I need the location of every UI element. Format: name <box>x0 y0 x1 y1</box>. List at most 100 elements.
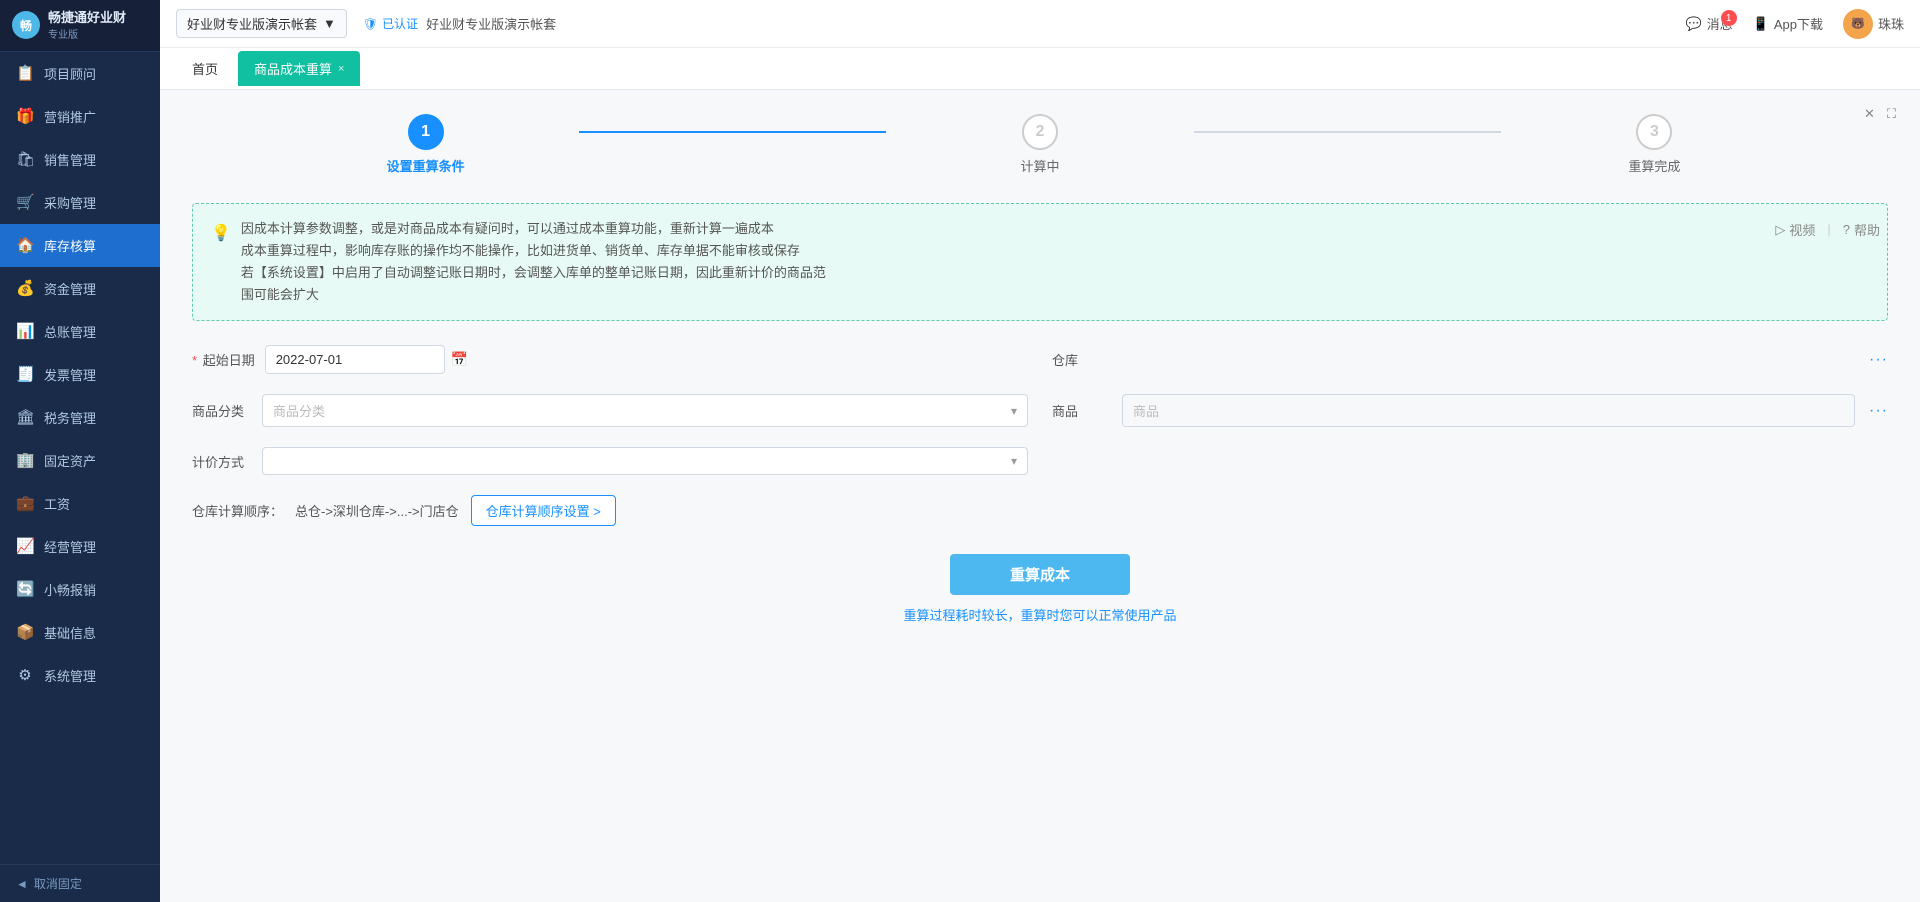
salary-icon: 💼 <box>16 494 34 512</box>
help-icon: ? <box>1843 222 1850 237</box>
tab-home[interactable]: 首页 <box>176 51 234 86</box>
sidebar-item-purchase[interactable]: 🛒 采购管理 <box>0 181 160 224</box>
sidebar-item-project[interactable]: 📋 项目顾问 <box>0 52 160 95</box>
tab-cost-recalc-label: 商品成本重算 <box>254 59 332 78</box>
form-row-2: 商品分类 商品分类 ▾ 商品 商品 ··· <box>192 394 1888 427</box>
sidebar-header: 畅 畅捷通好业财 专业版 <box>0 0 160 52</box>
sidebar-item-system[interactable]: ⚙ 系统管理 <box>0 654 160 697</box>
sidebar-item-label-invoice: 发票管理 <box>44 365 96 384</box>
account-selector[interactable]: 好业财专业版演示帐套 ▼ <box>176 9 347 38</box>
calendar-icon[interactable]: 📅 <box>451 351 468 368</box>
warehouse-label: 仓库 <box>1052 350 1112 369</box>
warehouse-order-row: 仓库计算顺序： 总仓->深圳仓库->...->门店仓 仓库计算顺序设置 > <box>192 495 1888 526</box>
user-profile[interactable]: 🐻 珠珠 <box>1843 9 1904 39</box>
form-group-goods: 商品 商品 ··· <box>1052 394 1888 427</box>
header-right: 💬 消息 1 📱 App下载 🐻 珠珠 <box>1685 9 1904 39</box>
app-title-group: 畅捷通好业财 专业版 <box>48 10 126 41</box>
app-name: 畅捷通好业财 <box>48 10 126 26</box>
notification-badge: 1 <box>1721 10 1737 26</box>
app-edition: 专业版 <box>48 26 126 41</box>
sidebar-item-label-inventory: 库存核算 <box>44 236 96 255</box>
tab-cost-recalc[interactable]: 商品成本重算 × <box>238 51 360 86</box>
tab-close-icon[interactable]: × <box>338 63 344 75</box>
sidebar-item-label-finance: 资金管理 <box>44 279 96 298</box>
recalculate-btn[interactable]: 重算成本 <box>950 554 1130 595</box>
basic-icon: 📦 <box>16 623 34 641</box>
step-2-label: 计算中 <box>1021 156 1060 175</box>
account-selector-text: 好业财专业版演示帐套 <box>187 14 317 33</box>
operation-icon: 📈 <box>16 537 34 555</box>
recalculate-btn-label: 重算成本 <box>1010 567 1070 584</box>
warehouse-order-value: 总仓->深圳仓库->...->门店仓 <box>295 501 459 520</box>
notification-btn[interactable]: 💬 消息 1 <box>1685 14 1732 33</box>
sidebar-item-inventory[interactable]: 🏠 库存核算 <box>0 224 160 267</box>
verified-badge: 🛡 已认证 <box>363 15 418 32</box>
project-icon: 📋 <box>16 64 34 82</box>
tab-bar: 首页 商品成本重算 × <box>160 48 1920 90</box>
sidebar-item-operation[interactable]: 📈 经营管理 <box>0 525 160 568</box>
help-link-btn[interactable]: ? 帮助 <box>1843 220 1880 239</box>
marketing-icon: 🎁 <box>16 107 34 125</box>
sidebar-item-label-system: 系统管理 <box>44 666 96 685</box>
main-area: 好业财专业版演示帐套 ▼ 🛡 已认证 好业财专业版演示帐套 💬 消息 1 📱 A… <box>160 0 1920 902</box>
warehouse-order-settings-btn[interactable]: 仓库计算顺序设置 > <box>471 495 616 526</box>
form-group-warehouse: 仓库 ··· <box>1052 350 1888 369</box>
warehouse-order-label: 仓库计算顺序： <box>192 501 283 520</box>
start-date-label: * 起始日期 <box>192 350 255 369</box>
sidebar-item-basic[interactable]: 📦 基础信息 <box>0 611 160 654</box>
recalculate-section: 重算成本 重算过程耗时较长，重算时您可以正常使用产品 <box>192 554 1888 624</box>
sidebar-footer[interactable]: ◄ 取消固定 <box>0 864 160 902</box>
sidebar-item-expense[interactable]: 🔄 小畅报销 <box>0 568 160 611</box>
sidebar-item-sales[interactable]: 🛍 销售管理 <box>0 138 160 181</box>
info-line-2: 成本重算过程中，影响库存账的操作均不能操作，比如进货单、销货单、库存单据不能审核… <box>241 240 826 262</box>
app-download-btn[interactable]: 📱 App下载 <box>1753 14 1823 33</box>
unpin-icon: ◄ <box>16 877 28 891</box>
purchase-icon: 🛒 <box>16 193 34 211</box>
sidebar-item-label-accounting: 总账管理 <box>44 322 96 341</box>
finance-icon: 💰 <box>16 279 34 297</box>
video-link[interactable]: ▷ 视频 <box>1775 220 1815 239</box>
pricing-method-select[interactable]: ▾ <box>262 447 1028 475</box>
category-select[interactable]: 商品分类 ▾ <box>262 394 1028 427</box>
warehouse-dots-btn[interactable]: ··· <box>1869 351 1888 369</box>
close-btn[interactable]: ✕ <box>1864 106 1875 122</box>
avatar-emoji: 🐻 <box>1851 17 1865 30</box>
step-connector-1-2 <box>579 131 886 133</box>
sidebar-item-marketing[interactable]: 🎁 营销推广 <box>0 95 160 138</box>
step-2: 2 计算中 <box>886 114 1193 175</box>
expand-btn[interactable]: ⛶ <box>1887 106 1896 122</box>
step-container: 1 设置重算条件 2 计算中 3 重算完成 <box>192 114 1888 175</box>
goods-dots-btn[interactable]: ··· <box>1869 402 1888 420</box>
user-name: 珠珠 <box>1878 14 1904 33</box>
user-avatar: 🐻 <box>1843 9 1873 39</box>
start-date-input[interactable] <box>265 345 445 374</box>
sidebar-item-accounting[interactable]: 📊 总账管理 <box>0 310 160 353</box>
inventory-icon: 🏠 <box>16 236 34 254</box>
sidebar-item-label-sales: 销售管理 <box>44 150 96 169</box>
sidebar-item-label-operation: 经营管理 <box>44 537 96 556</box>
sidebar-item-label-basic: 基础信息 <box>44 623 96 642</box>
info-text: 因成本计算参数调整，或是对商品成本有疑问时，可以通过成本重算功能，重新计算一遍成… <box>241 218 826 306</box>
sidebar-item-fixed_assets[interactable]: 🏢 固定资产 <box>0 439 160 482</box>
category-label: 商品分类 <box>192 401 252 420</box>
step-1: 1 设置重算条件 <box>272 114 579 175</box>
shield-icon: 🛡 <box>363 17 378 31</box>
category-chevron-icon: ▾ <box>1011 404 1017 418</box>
sidebar-item-salary[interactable]: 💼 工资 <box>0 482 160 525</box>
form-group-pricing: 计价方式 ▾ <box>192 447 1028 475</box>
tab-home-label: 首页 <box>192 59 218 78</box>
invoice-icon: 🧾 <box>16 365 34 383</box>
sidebar-item-finance[interactable]: 💰 资金管理 <box>0 267 160 310</box>
goods-input[interactable]: 商品 <box>1122 394 1855 427</box>
sidebar-item-label-marketing: 营销推广 <box>44 107 96 126</box>
window-controls: ✕ ⛶ <box>1864 106 1896 122</box>
category-placeholder: 商品分类 <box>273 401 325 420</box>
sidebar-item-tax[interactable]: 🏛 税务管理 <box>0 396 160 439</box>
help-links: ▷ 视频 | ? 帮助 <box>1775 220 1880 239</box>
account-name-display: 好业财专业版演示帐套 <box>426 14 556 33</box>
step-3: 3 重算完成 <box>1501 114 1808 175</box>
sidebar-item-invoice[interactable]: 🧾 发票管理 <box>0 353 160 396</box>
help-separator: | <box>1827 222 1830 237</box>
info-box: 💡 因成本计算参数调整，或是对商品成本有疑问时，可以通过成本重算功能，重新计算一… <box>192 203 1888 321</box>
form-row-1: * 起始日期 📅 仓库 ··· <box>192 345 1888 374</box>
